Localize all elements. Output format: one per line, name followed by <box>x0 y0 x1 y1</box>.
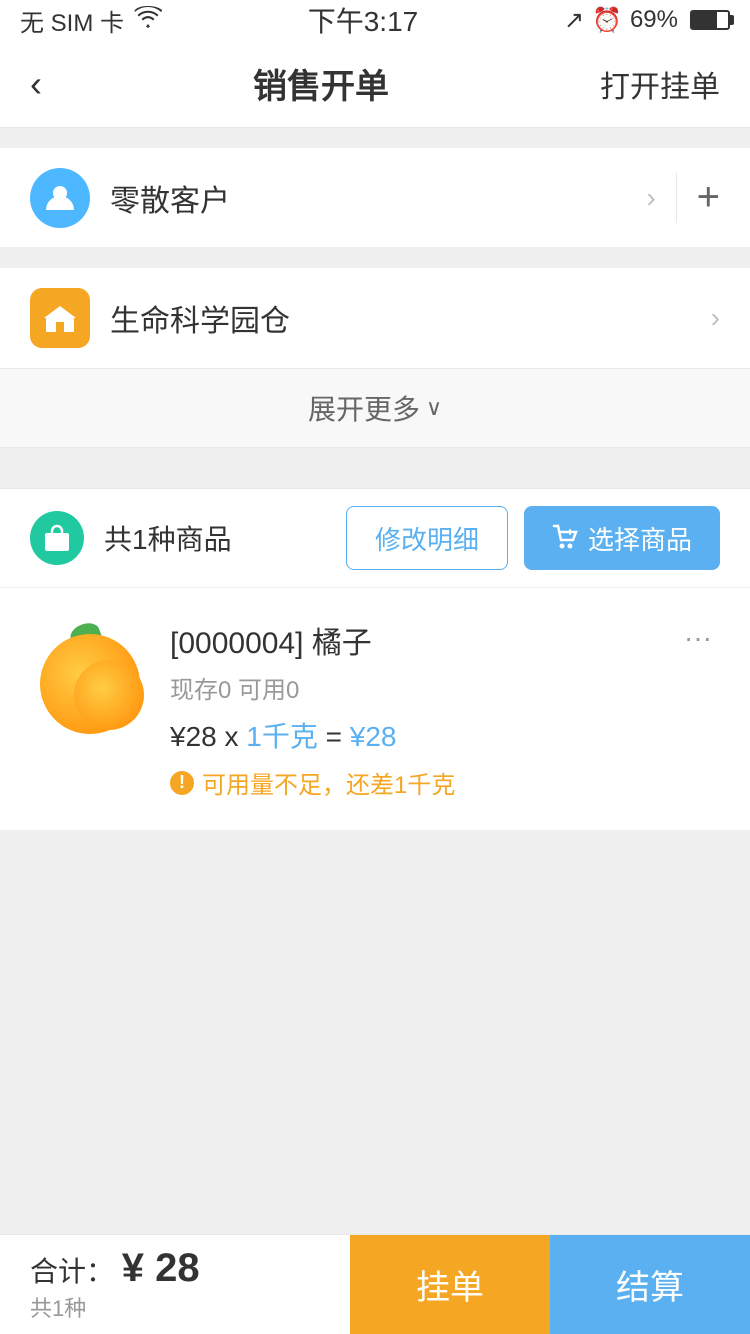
total-label: 合计： <box>30 1256 114 1287</box>
nav-bar: ‹ 销售开单 打开挂单 <box>0 40 750 128</box>
orange-small <box>74 660 144 730</box>
product-title: 橘子 <box>312 627 372 660</box>
product-item: [0000004] 橘子 现存0 可用0 ¥28 x 1千克 = ¥28 ! 可… <box>0 588 750 831</box>
product-price-text: ¥28 x <box>170 721 246 752</box>
modify-detail-button[interactable]: 修改明细 <box>346 506 508 570</box>
bag-icon <box>42 523 72 553</box>
product-more-button[interactable]: ··· <box>676 618 720 658</box>
product-warning: ! 可用量不足，还差1千克 <box>170 765 676 800</box>
product-price-row: ¥28 x 1千克 = ¥28 <box>170 715 676 755</box>
battery-percent: 69% <box>630 6 678 34</box>
customer-row[interactable]: 零散客户 › + <box>0 148 750 248</box>
select-product-button[interactable]: 选择商品 <box>524 506 720 570</box>
customer-chevron-icon: › <box>646 182 655 214</box>
status-right: ↗ ⏰ 69% <box>564 6 730 35</box>
product-stock: 现存0 可用0 <box>170 670 676 705</box>
bottom-bar: 合计： ¥ 28 共1种 挂单 结算 <box>0 1234 750 1334</box>
warehouse-icon <box>30 288 90 348</box>
open-pending-button[interactable]: 打开挂单 <box>600 62 720 106</box>
alarm-icon: ⏰ <box>592 6 622 35</box>
empty-area <box>0 831 750 1231</box>
carrier-text: 无 SIM 卡 <box>20 3 124 38</box>
product-count-icon <box>30 511 84 565</box>
location-icon: ↗ <box>564 6 584 35</box>
checkout-button[interactable]: 结算 <box>550 1235 750 1334</box>
product-info: [0000004] 橘子 现存0 可用0 ¥28 x 1千克 = ¥28 ! 可… <box>170 618 676 800</box>
divider-top <box>0 128 750 148</box>
customer-divider <box>676 173 677 223</box>
product-name: [0000004] 橘子 <box>170 618 676 662</box>
total-amount: ¥ 28 <box>122 1246 200 1290</box>
warning-icon: ! <box>170 771 194 795</box>
warning-text: 可用量不足，还差1千克 <box>202 765 455 800</box>
select-product-label: 选择商品 <box>588 520 692 557</box>
customer-avatar <box>30 168 90 228</box>
product-header: 共1种商品 修改明细 选择商品 <box>0 488 750 588</box>
product-image <box>30 618 150 738</box>
product-equals: = <box>318 721 350 752</box>
cart-icon <box>552 524 580 552</box>
warehouse-building-icon <box>42 300 78 336</box>
total-section: 合计： ¥ 28 共1种 <box>0 1246 350 1323</box>
back-button[interactable]: ‹ <box>30 63 42 105</box>
product-id: [0000004] <box>170 627 303 660</box>
add-customer-button[interactable]: + <box>697 175 720 220</box>
hang-button[interactable]: 挂单 <box>350 1235 550 1334</box>
customer-name: 零散客户 <box>110 176 646 220</box>
total-count: 共1种 <box>30 1291 320 1323</box>
person-icon <box>42 180 78 216</box>
status-time: 下午3:17 <box>308 0 419 40</box>
warehouse-chevron-icon: › <box>711 302 720 334</box>
expand-more-button[interactable]: 展开更多 ∨ <box>0 368 750 448</box>
battery-icon <box>690 10 730 30</box>
status-left: 无 SIM 卡 <box>20 3 162 38</box>
main-content: 零散客户 › + 生命科学园仓 › 展开更多 ∨ 共1种商品 <box>0 128 750 1331</box>
product-total: ¥28 <box>350 721 397 752</box>
divider-products <box>0 448 750 468</box>
warehouse-row[interactable]: 生命科学园仓 › <box>0 268 750 368</box>
product-count-text: 共1种商品 <box>104 518 346 558</box>
warehouse-name: 生命科学园仓 <box>110 296 711 340</box>
wifi-icon <box>134 6 162 35</box>
expand-more-label: 展开更多 <box>308 388 420 428</box>
product-quantity: 1千克 <box>246 721 318 752</box>
total-row: 合计： ¥ 28 <box>30 1246 320 1291</box>
status-bar: 无 SIM 卡 下午3:17 ↗ ⏰ 69% <box>0 0 750 40</box>
page-title: 销售开单 <box>253 59 389 108</box>
divider-mid <box>0 248 750 268</box>
chevron-down-icon: ∨ <box>426 395 442 421</box>
